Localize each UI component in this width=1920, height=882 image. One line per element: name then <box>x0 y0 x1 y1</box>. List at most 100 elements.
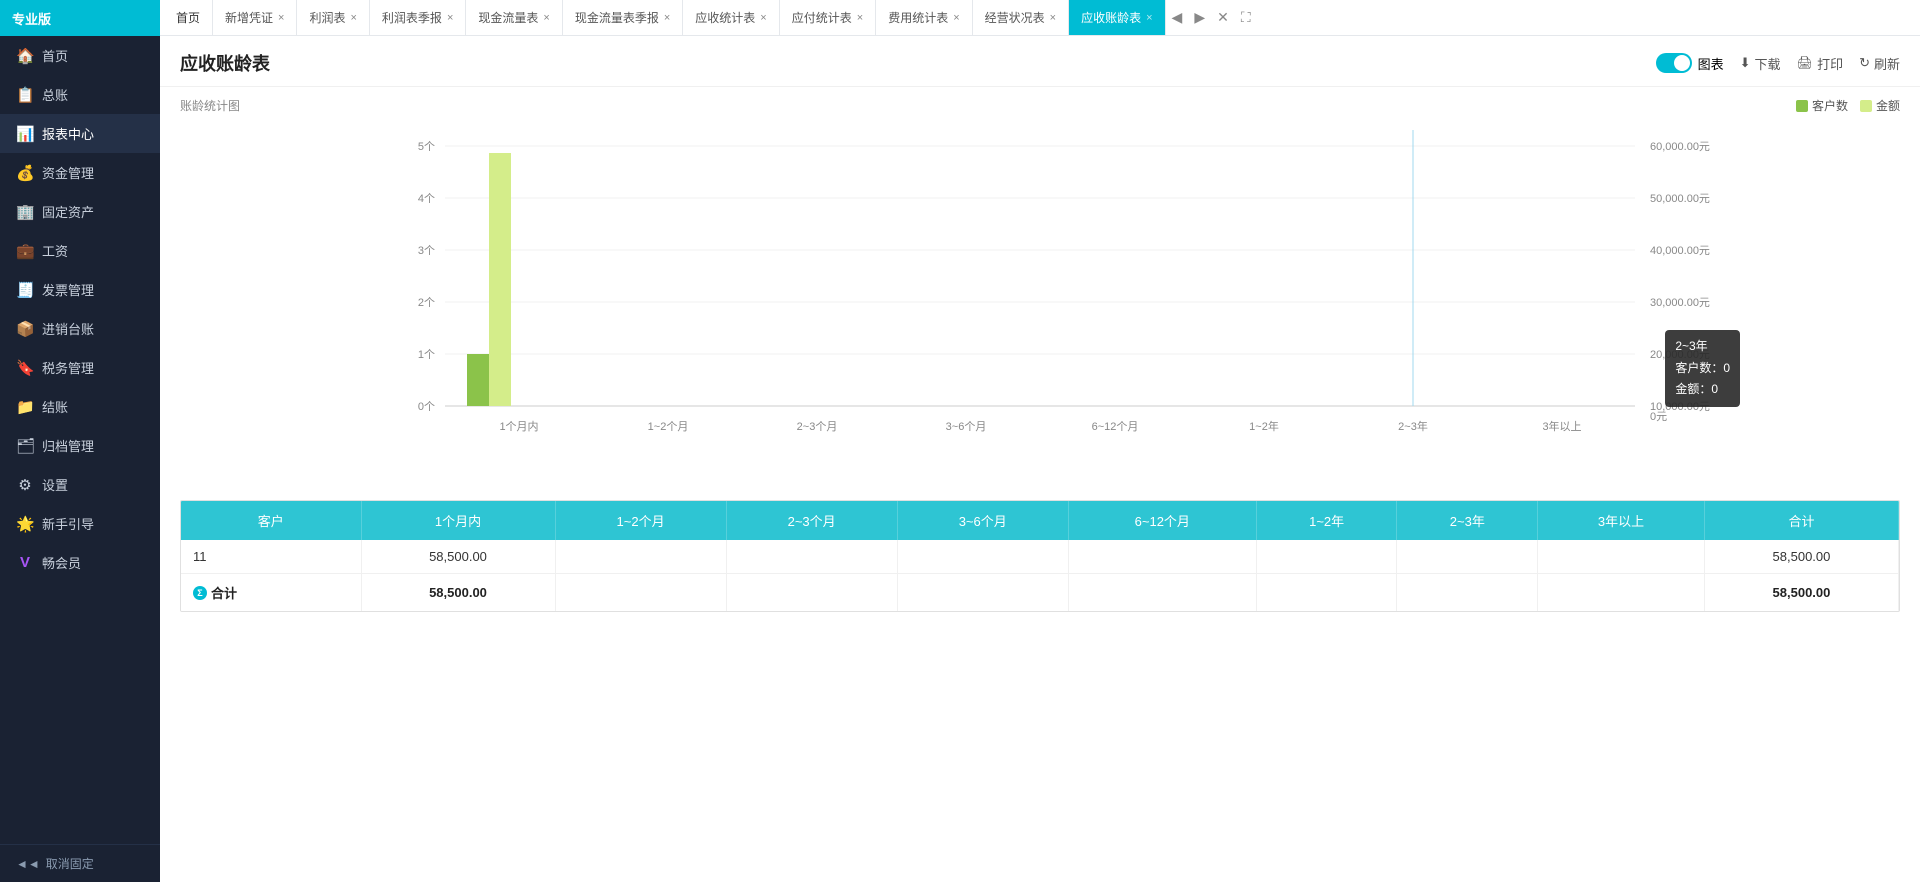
tab-prev-btn[interactable]: ◀ <box>1166 0 1189 36</box>
svg-text:60,000.00元: 60,000.00元 <box>1650 141 1710 153</box>
sidebar-item-tax[interactable]: 🔖 税务管理 <box>0 348 160 387</box>
svg-text:6~12个月: 6~12个月 <box>1092 420 1139 433</box>
col-month23: 2~3个月 <box>726 501 897 540</box>
tab-profit-q[interactable]: 利润表季报 × <box>370 0 466 36</box>
tab-ar-aging-close[interactable]: × <box>1146 12 1152 24</box>
sidebar-label-vip: 畅会员 <box>42 553 81 572</box>
app-logo: 专业版 <box>0 0 160 36</box>
svg-text:0元: 0元 <box>1650 411 1667 423</box>
tab-next-btn[interactable]: ▶ <box>1188 0 1211 36</box>
tab-cashflow-q[interactable]: 现金流量表季报 × <box>563 0 683 36</box>
print-btn[interactable]: 🖨 打印 <box>1797 54 1844 73</box>
tab-cashflow-q-close[interactable]: × <box>664 12 670 24</box>
refresh-label: 刷新 <box>1874 54 1900 73</box>
settings-icon: ⚙ <box>16 476 34 494</box>
refresh-btn[interactable]: ↻ 刷新 <box>1859 54 1900 73</box>
tab-home-label: 首页 <box>176 9 200 26</box>
tab-ar-aging[interactable]: 应收账龄表 × <box>1069 0 1165 36</box>
sidebar-item-settings[interactable]: ⚙ 设置 <box>0 465 160 504</box>
tab-fullscreen-btn[interactable]: ⛶ <box>1235 0 1257 36</box>
page-content-area: 应收账龄表 图表 ⬇ 下载 🖨 打印 ↻ 刷新 <box>160 36 1920 882</box>
tab-profit-q-label: 利润表季报 <box>382 9 442 26</box>
footer-total: 58,500.00 <box>1704 574 1898 612</box>
cell-month612 <box>1068 540 1256 574</box>
legend-amount-label: 金额 <box>1876 97 1900 114</box>
tab-profit-label: 利润表 <box>309 9 345 26</box>
sidebar-label-funds: 资金管理 <box>42 163 94 182</box>
tab-profit-q-close[interactable]: × <box>447 12 453 24</box>
cell-year23 <box>1397 540 1538 574</box>
footer-year23 <box>1397 574 1538 612</box>
col-year3plus: 3年以上 <box>1538 501 1705 540</box>
tab-cashflow-label: 现金流量表 <box>478 9 538 26</box>
cell-year3plus <box>1538 540 1705 574</box>
tab-voucher[interactable]: 新增凭证 × <box>213 0 297 36</box>
chart-toggle[interactable]: 图表 <box>1656 53 1724 73</box>
tab-operations-label: 经营状况表 <box>985 9 1045 26</box>
main-content: 首页 新增凭证 × 利润表 × 利润表季报 × 现金流量表 × 现金流量表季报 … <box>160 0 1920 882</box>
col-total: 合计 <box>1704 501 1898 540</box>
download-label: 下载 <box>1755 54 1781 73</box>
sidebar-label-settle: 结账 <box>42 397 68 416</box>
tab-cashflow[interactable]: 现金流量表 × <box>466 0 562 36</box>
print-icon: 🖨 <box>1797 55 1814 71</box>
salary-icon: 💼 <box>16 242 34 260</box>
sidebar-item-funds[interactable]: 💰 资金管理 <box>0 153 160 192</box>
sidebar-item-settle[interactable]: 📁 结账 <box>0 387 160 426</box>
tab-ap-stat[interactable]: 应付统计表 × <box>780 0 876 36</box>
tab-operations-close[interactable]: × <box>1050 12 1056 24</box>
sidebar-label-reports: 报表中心 <box>42 124 94 143</box>
sidebar-item-archive[interactable]: 🗂 归档管理 <box>0 426 160 465</box>
toggle-track[interactable] <box>1656 53 1692 73</box>
aging-table: 客户 1个月内 1~2个月 2~3个月 3~6个月 6~12个月 1~2年 2~… <box>181 501 1899 611</box>
sidebar-item-salary[interactable]: 💼 工资 <box>0 231 160 270</box>
tab-ar-stat[interactable]: 应收统计表 × <box>683 0 779 36</box>
page-title: 应收账龄表 <box>180 50 270 76</box>
tab-close-all-btn[interactable]: ✕ <box>1211 0 1235 36</box>
sidebar-item-guide[interactable]: 🌟 新手引导 <box>0 504 160 543</box>
tab-profit[interactable]: 利润表 × <box>297 0 369 36</box>
bar-customer-1 <box>467 354 489 406</box>
tab-expense-label: 费用统计表 <box>888 9 948 26</box>
refresh-icon: ↻ <box>1859 55 1870 71</box>
tax-icon: 🔖 <box>16 359 34 377</box>
sidebar-item-vip[interactable]: V 畅会员 <box>0 543 160 582</box>
svg-text:20,000.00元: 20,000.00元 <box>1650 349 1710 361</box>
legend-amount-dot <box>1860 100 1872 112</box>
sidebar-label-ledger: 总账 <box>42 85 68 104</box>
svg-text:2~3年: 2~3年 <box>1398 419 1428 433</box>
sidebar-pin-toggle[interactable]: ◄◄ 取消固定 <box>0 844 160 882</box>
sidebar-label-home: 首页 <box>42 46 68 65</box>
footer-month12 <box>555 574 726 612</box>
cell-customer: 11 <box>181 540 361 574</box>
tab-expense[interactable]: 费用统计表 × <box>876 0 972 36</box>
col-month1: 1个月内 <box>361 501 555 540</box>
guide-icon: 🌟 <box>16 515 34 533</box>
tab-voucher-close[interactable]: × <box>278 12 284 24</box>
ledger-icon: 📋 <box>16 86 34 104</box>
download-btn[interactable]: ⬇ 下载 <box>1740 54 1781 73</box>
cell-month12 <box>555 540 726 574</box>
svg-text:1个月内: 1个月内 <box>499 419 538 433</box>
col-month36: 3~6个月 <box>897 501 1068 540</box>
chart-container: 5个 4个 3个 2个 1个 0个 60,000.00元 50,000.00元 … <box>180 120 1900 490</box>
cell-year12 <box>1256 540 1397 574</box>
sidebar-item-home[interactable]: 🏠 首页 <box>0 36 160 75</box>
pin-label: 取消固定 <box>46 855 94 872</box>
tab-operations[interactable]: 经营状况表 × <box>973 0 1069 36</box>
cell-month1: 58,500.00 <box>361 540 555 574</box>
sidebar-item-ledger[interactable]: 📋 总账 <box>0 75 160 114</box>
sidebar-item-invoice[interactable]: 🧾 发票管理 <box>0 270 160 309</box>
sidebar-item-sales[interactable]: 📦 进销台账 <box>0 309 160 348</box>
tab-profit-close[interactable]: × <box>350 12 356 24</box>
tab-cashflow-close[interactable]: × <box>543 12 549 24</box>
tab-home[interactable]: 首页 <box>164 0 213 36</box>
sidebar-item-reports[interactable]: 📊 报表中心 <box>0 114 160 153</box>
tab-expense-close[interactable]: × <box>953 12 959 24</box>
sidebar-item-assets[interactable]: 🏢 固定资产 <box>0 192 160 231</box>
chart-title: 账龄统计图 <box>180 97 1900 114</box>
tab-ap-stat-close[interactable]: × <box>857 12 863 24</box>
bar-amount-1 <box>489 153 511 406</box>
page-header: 应收账龄表 图表 ⬇ 下载 🖨 打印 ↻ 刷新 <box>160 36 1920 87</box>
tab-ar-stat-close[interactable]: × <box>760 12 766 24</box>
